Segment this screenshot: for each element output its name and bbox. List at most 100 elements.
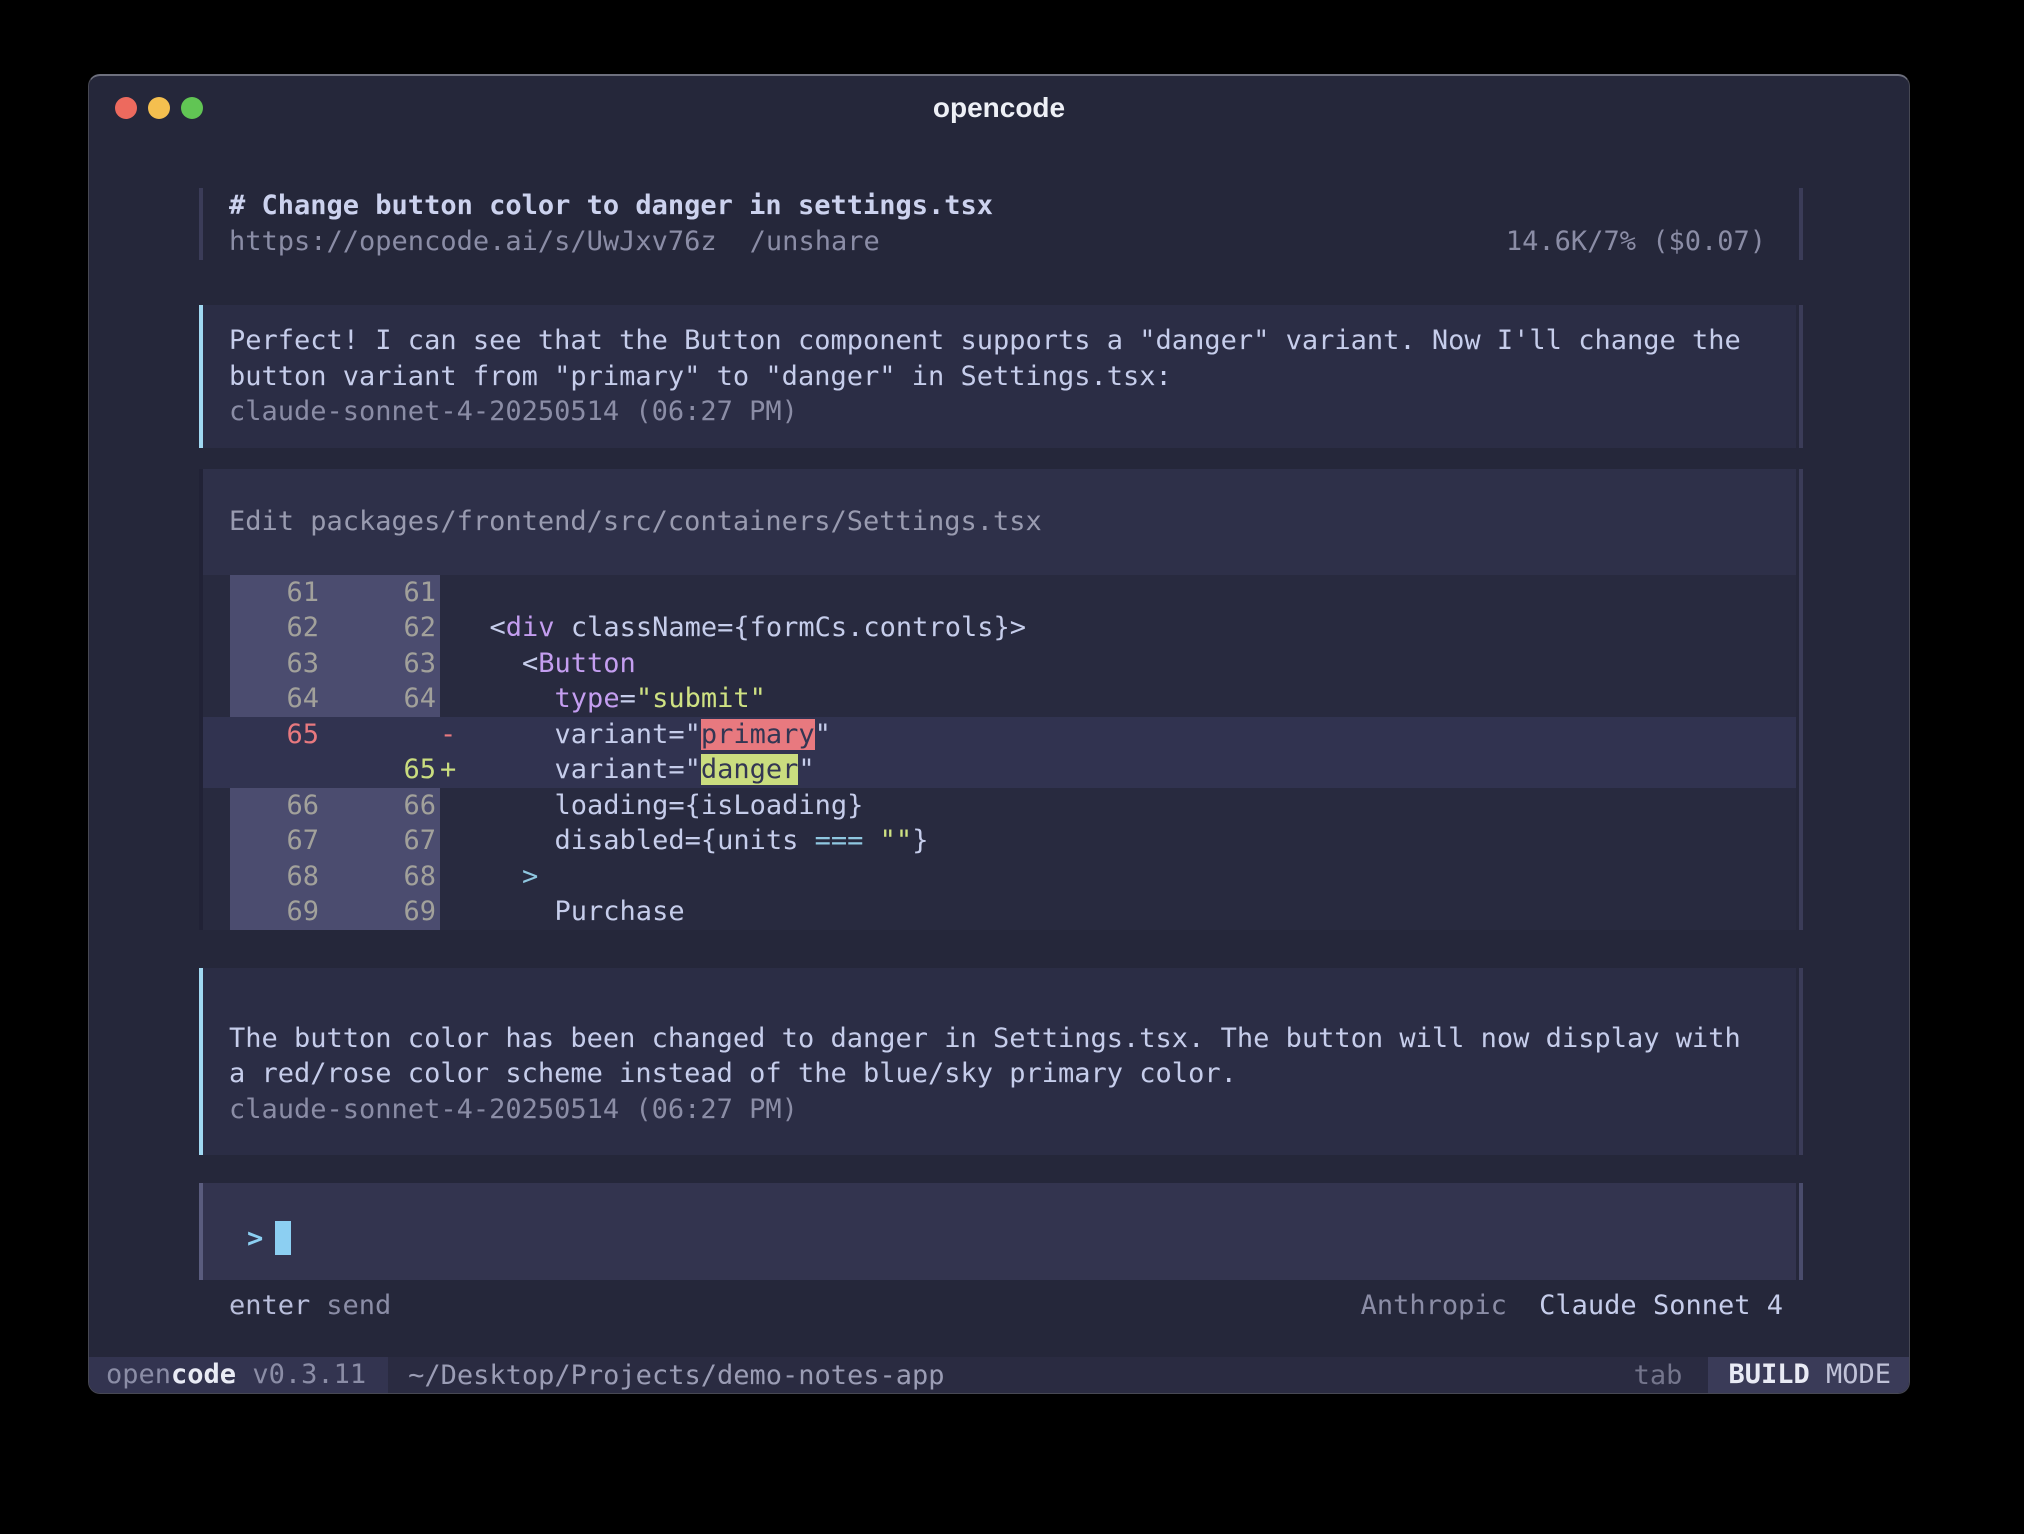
old-line-number: 65 xyxy=(230,717,335,753)
titlebar: opencode xyxy=(89,76,1909,140)
new-line-number xyxy=(335,717,440,753)
mode-badge[interactable]: BUILD MODE xyxy=(1708,1357,1909,1393)
gutter-pad xyxy=(199,859,230,895)
gutter-pad xyxy=(199,575,230,611)
diff-row: 65 - variant="primary" xyxy=(199,717,1796,753)
app-name-open: open xyxy=(106,1359,171,1390)
new-line-number: 69 xyxy=(335,894,440,930)
code-token: "" xyxy=(880,825,913,856)
new-line-number: 63 xyxy=(335,646,440,682)
assistant-message: The button color has been changed to dan… xyxy=(199,968,1796,1156)
code-token: " xyxy=(798,754,814,785)
code-token: === xyxy=(815,825,864,856)
code-line: variant="primary" xyxy=(457,717,831,753)
message-line: Perfect! I can see that the Button compo… xyxy=(229,323,1770,359)
app-version: v0.3.11 xyxy=(236,1359,366,1390)
code-line: variant="danger" xyxy=(457,752,815,788)
gutter-pad xyxy=(199,681,230,717)
code-token: className={formCs.controls}> xyxy=(555,612,1026,643)
status-bar: opencode v0.3.11 ~/Desktop/Projects/demo… xyxy=(89,1357,1909,1393)
zoom-button[interactable] xyxy=(181,97,203,119)
old-line-number: 68 xyxy=(230,859,335,895)
model-badge[interactable]: Anthropic Claude Sonnet 4 xyxy=(1361,1288,1783,1324)
new-line-number: 66 xyxy=(335,788,440,824)
diff-marker xyxy=(440,575,457,611)
gutter-pad xyxy=(199,717,230,753)
diff-row: 6161 xyxy=(199,575,1796,611)
gutter-pad xyxy=(199,610,230,646)
old-line-number: 67 xyxy=(230,823,335,859)
diff-row: 6767 disabled={units === ""} xyxy=(199,823,1796,859)
gutter-pad xyxy=(199,788,230,824)
code-token: variant=" xyxy=(457,754,701,785)
code-token: " xyxy=(815,719,831,750)
minimize-button[interactable] xyxy=(148,97,170,119)
diff-row: 6868 > xyxy=(199,859,1796,895)
code-token: "submit" xyxy=(636,683,766,714)
old-line-number: 69 xyxy=(230,894,335,930)
traffic-lights xyxy=(115,76,203,140)
code-token: type xyxy=(555,683,620,714)
diff-marker xyxy=(440,788,457,824)
code-line: disabled={units === ""} xyxy=(457,823,928,859)
code-line: type="submit" xyxy=(457,681,766,717)
code-token: div xyxy=(506,612,555,643)
code-token xyxy=(457,683,555,714)
diff-row: 6969 Purchase xyxy=(199,894,1796,930)
code-token: } xyxy=(912,825,928,856)
diff-row: 6464 type="submit" xyxy=(199,681,1796,717)
working-directory: ~/Desktop/Projects/demo-notes-app xyxy=(408,1360,944,1391)
app-name-code: code xyxy=(171,1359,236,1390)
new-line-number: 68 xyxy=(335,859,440,895)
new-line-number: 65 xyxy=(335,752,440,788)
code-line: loading={isLoading} xyxy=(457,788,863,824)
window-title: opencode xyxy=(933,92,1065,124)
app-version-badge: opencode v0.3.11 xyxy=(89,1357,388,1393)
new-line-number: 67 xyxy=(335,823,440,859)
unshare-command[interactable]: /unshare xyxy=(750,224,880,260)
code-token: Button xyxy=(538,648,636,679)
code-token: < xyxy=(457,612,506,643)
session-subheader: https://opencode.ai/s/UwJxv76z /unshare … xyxy=(229,224,1796,260)
enter-key-hint: enter xyxy=(229,1288,310,1324)
code-line: Purchase xyxy=(457,894,685,930)
code-line: <Button xyxy=(457,646,636,682)
prompt-symbol: > xyxy=(247,1223,263,1254)
share-url[interactable]: https://opencode.ai/s/UwJxv76z xyxy=(229,224,717,260)
session-title: # Change button color to danger in setti… xyxy=(229,188,1796,224)
diff-marker xyxy=(440,610,457,646)
edit-tool-call: Edit packages/frontend/src/containers/Se… xyxy=(199,469,1796,930)
diff-marker: - xyxy=(440,717,457,753)
token-usage-stats: 14.6K/7% ($0.07) xyxy=(1506,224,1766,260)
old-line-number: 61 xyxy=(230,575,335,611)
diff-rows: 6161 6262 <div className={formCs.control… xyxy=(199,575,1796,930)
code-token: Purchase xyxy=(457,896,685,927)
old-line-number: 66 xyxy=(230,788,335,824)
send-hint: send xyxy=(326,1288,391,1324)
model-name: Claude Sonnet 4 xyxy=(1539,1290,1783,1321)
diff-row: 65+ variant="danger" xyxy=(199,752,1796,788)
close-button[interactable] xyxy=(115,97,137,119)
message-line: button variant from "primary" to "danger… xyxy=(229,359,1770,395)
model-provider: Anthropic xyxy=(1361,1290,1507,1321)
code-token: variant=" xyxy=(457,719,701,750)
mode-label-rest: MODE xyxy=(1810,1359,1891,1390)
old-line-number: 63 xyxy=(230,646,335,682)
desktop: opencode # Change button color to danger… xyxy=(0,0,2024,1534)
diff-marker xyxy=(440,646,457,682)
opencode-window: opencode # Change button color to danger… xyxy=(88,74,1910,1394)
diff-marker xyxy=(440,859,457,895)
old-line-number: 64 xyxy=(230,681,335,717)
mode-label-bold: BUILD xyxy=(1728,1359,1809,1390)
code-token xyxy=(863,825,879,856)
old-line-number xyxy=(230,752,335,788)
diff-row: 6262 <div className={formCs.controls}> xyxy=(199,610,1796,646)
code-token: > xyxy=(522,861,538,892)
gutter-pad xyxy=(199,752,230,788)
text-cursor xyxy=(275,1221,291,1255)
new-line-number: 64 xyxy=(335,681,440,717)
gutter-pad xyxy=(199,823,230,859)
code-token: loading={isLoading} xyxy=(457,790,863,821)
status-bar-right: tab BUILD MODE xyxy=(1634,1357,1909,1393)
prompt-input[interactable]: > xyxy=(199,1183,1796,1280)
